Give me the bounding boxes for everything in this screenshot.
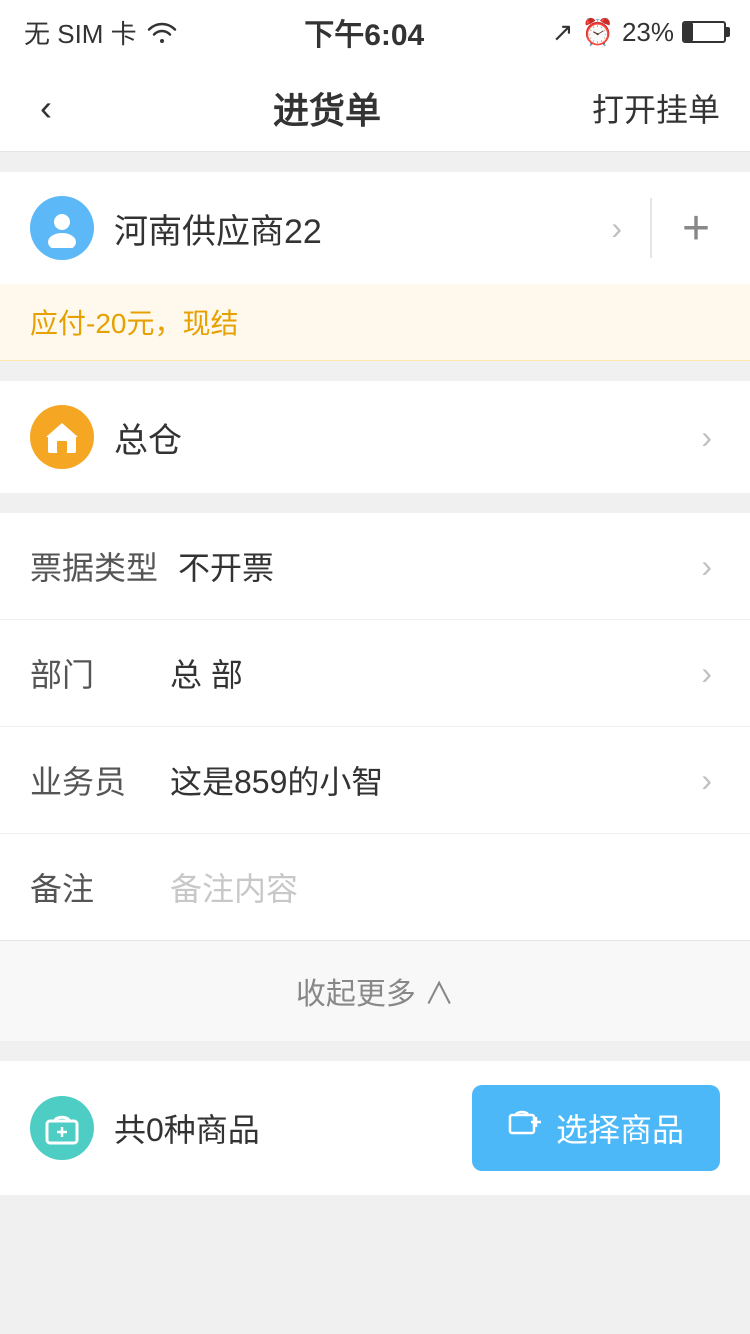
notice-banner: 应付-20元，现结 — [0, 284, 750, 361]
carrier-text: 无 SIM 卡 — [24, 14, 137, 51]
select-product-label: 选择商品 — [556, 1105, 684, 1151]
page-title: 进货单 — [273, 82, 381, 134]
form-section: 票据类型 不开票 › 部门 总 部 › 业务员 这是859的小智 › 备注 备注… — [0, 513, 750, 940]
wifi-icon — [147, 21, 177, 43]
status-time: 下午6:04 — [304, 10, 424, 54]
alarm-icon: ⏰ — [582, 17, 614, 48]
open-pending-button[interactable]: 打开挂单 — [592, 85, 720, 131]
supplier-section: 河南供应商22 › + 应付-20元，现结 — [0, 172, 750, 361]
warehouse-row[interactable]: 总仓 › — [0, 381, 750, 493]
remark-label: 备注 — [30, 864, 150, 910]
remark-row[interactable]: 备注 备注内容 — [0, 834, 750, 940]
gap-2 — [0, 361, 750, 381]
bottom-bar: 共0种商品 选择商品 — [0, 1061, 750, 1195]
supplier-row[interactable]: 河南供应商22 › + — [0, 172, 750, 284]
salesperson-label: 业务员 — [30, 757, 150, 803]
collapse-label: 收起更多 ∧ — [296, 978, 454, 1011]
battery-icon — [682, 21, 726, 43]
salesperson-row[interactable]: 业务员 这是859的小智 › — [0, 727, 750, 834]
invoice-type-value: 不开票 — [158, 543, 701, 589]
person-icon — [42, 208, 82, 248]
invoice-type-chevron-icon: › — [701, 548, 712, 585]
status-right: ↗ ⏰ 23% — [552, 17, 726, 48]
battery-percent: 23% — [622, 17, 674, 48]
nav-bar: ‹ 进货单 打开挂单 — [0, 64, 750, 152]
location-icon: ↗ — [552, 17, 574, 48]
invoice-type-row[interactable]: 票据类型 不开票 › — [0, 513, 750, 620]
department-chevron-icon: › — [701, 655, 712, 692]
supplier-avatar — [30, 196, 94, 260]
notice-text: 应付-20元，现结 — [30, 308, 238, 339]
warehouse-section: 总仓 › — [0, 381, 750, 493]
remark-input[interactable]: 备注内容 — [150, 864, 720, 910]
cart-plus-icon — [508, 1109, 544, 1139]
salesperson-chevron-icon: › — [701, 762, 712, 799]
product-count-text: 共0种商品 — [114, 1105, 472, 1151]
supplier-chevron-icon: › — [611, 210, 622, 247]
shopping-bag-icon — [43, 1111, 81, 1145]
gap-1 — [0, 152, 750, 172]
supplier-name: 河南供应商22 — [114, 204, 611, 253]
gap-3 — [0, 493, 750, 513]
warehouse-name: 总仓 — [114, 413, 701, 462]
department-row[interactable]: 部门 总 部 › — [0, 620, 750, 727]
status-bar: 无 SIM 卡 下午6:04 ↗ ⏰ 23% — [0, 0, 750, 64]
select-product-button[interactable]: 选择商品 — [472, 1085, 720, 1171]
collapse-bar[interactable]: 收起更多 ∧ — [0, 940, 750, 1041]
department-label: 部门 — [30, 650, 150, 696]
supplier-divider — [650, 198, 652, 258]
warehouse-icon — [44, 419, 80, 455]
invoice-type-label: 票据类型 — [30, 543, 158, 589]
select-product-icon — [508, 1109, 544, 1147]
status-left: 无 SIM 卡 — [24, 14, 177, 51]
add-supplier-button[interactable]: + — [672, 201, 720, 256]
department-value: 总 部 — [150, 650, 701, 696]
product-count-icon-wrap — [30, 1096, 94, 1160]
back-button[interactable]: ‹ — [30, 77, 62, 139]
salesperson-value: 这是859的小智 — [150, 757, 701, 803]
warehouse-icon-wrap — [30, 405, 94, 469]
gap-4 — [0, 1041, 750, 1061]
warehouse-chevron-icon: › — [701, 419, 712, 456]
